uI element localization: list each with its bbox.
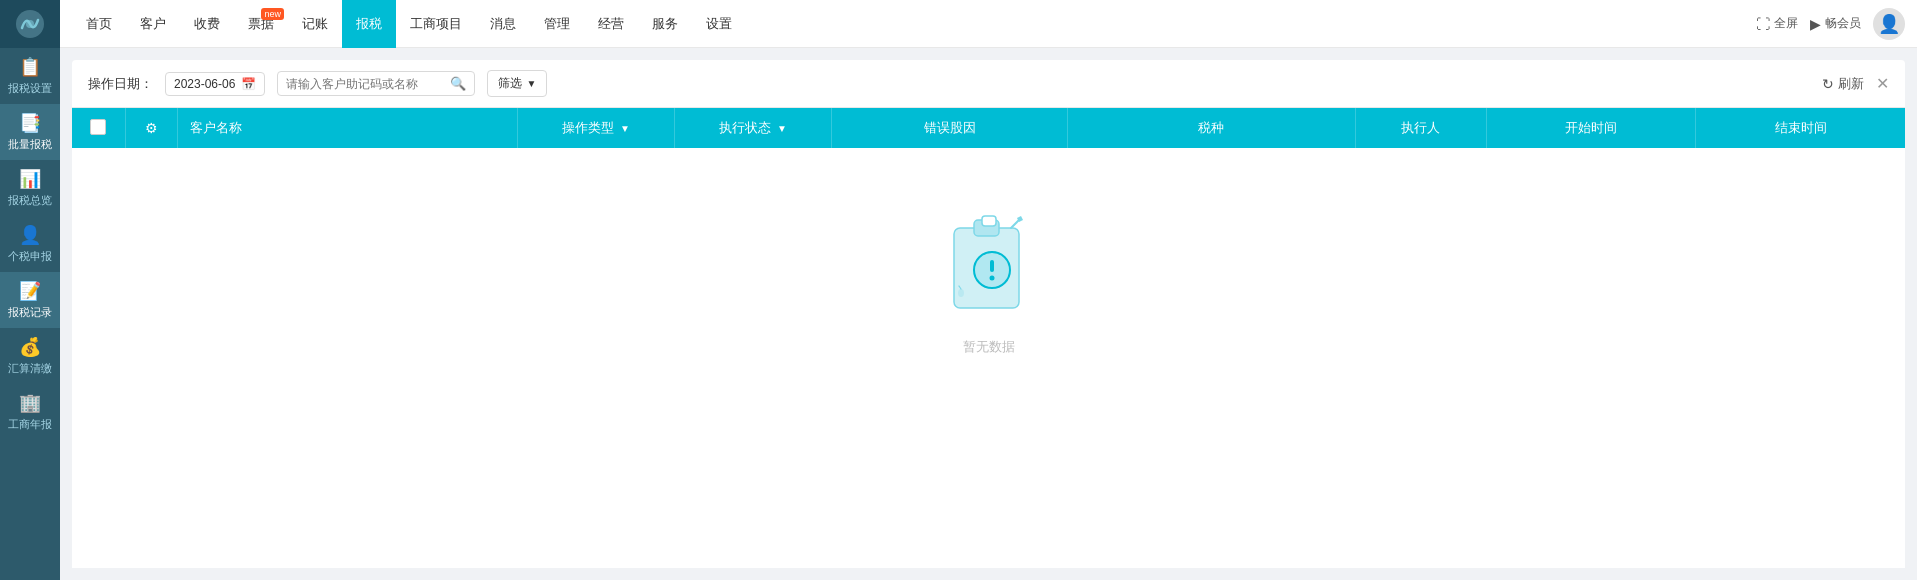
svg-point-10 [958,289,964,297]
chevron-down-icon: ▼ [526,78,536,89]
sidebar-item-label: 汇算清缴 [8,361,52,376]
search-icon: 🔍 [450,76,466,91]
nav-operation[interactable]: 经营 [584,0,638,48]
member-button[interactable]: ▶ 畅会员 [1810,15,1861,32]
sidebar-item-tax-settings[interactable]: 📋 报税设置 [0,48,60,104]
sidebar-item-tax-summary[interactable]: 📊 报税总览 [0,160,60,216]
sidebar-item-label: 报税总览 [8,193,52,208]
tax-records-icon: 📝 [19,280,41,302]
empty-state: 暂无数据 [72,148,1905,396]
nav-management[interactable]: 管理 [530,0,584,48]
date-value: 2023-06-06 [174,77,235,91]
fullscreen-icon: ⛶ [1756,16,1770,32]
sidebar-item-label: 批量报税 [8,137,52,152]
th-error: 错误股因 [832,108,1068,148]
invoice-badge: new [261,8,284,21]
sidebar-item-label: 报税记录 [8,305,52,320]
table-header-row: ⚙ 客户名称 操作类型 ▼ 执行状态 ▼ [72,108,1905,148]
table-wrapper: ⚙ 客户名称 操作类型 ▼ 执行状态 ▼ [72,108,1905,568]
search-box: 🔍 [277,71,475,96]
nav-message[interactable]: 消息 [476,0,530,48]
empty-illustration [939,208,1039,328]
nav-customer[interactable]: 客户 [126,0,180,48]
search-input[interactable] [286,77,446,91]
tax-settings-icon: 📋 [19,56,41,78]
toolbar-right: ↻ 刷新 ✕ [1822,74,1889,93]
toolbar: 操作日期： 2023-06-06 📅 🔍 筛选 ▼ ↻ 刷新 ✕ [72,60,1905,108]
main-wrapper: 首页 客户 收费 票据 new 记账 报税 工商项目 消息 管理 经营 服务 设… [60,0,1917,580]
tax-summary-icon: 📊 [19,168,41,190]
th-checkbox [72,108,125,148]
date-picker[interactable]: 2023-06-06 📅 [165,72,265,96]
refresh-label: 刷新 [1838,75,1864,93]
select-all-checkbox[interactable] [90,119,106,135]
th-optype[interactable]: 操作类型 ▼ [518,108,675,148]
refresh-icon: ↻ [1822,76,1834,92]
th-taxtype: 税种 [1067,108,1355,148]
settle-icon: 💰 [19,336,41,358]
sidebar-item-label: 个税申报 [8,249,52,264]
th-status[interactable]: 执行状态 ▼ [675,108,832,148]
sidebar: 📋 报税设置 📑 批量报税 📊 报税总览 👤 个税申报 📝 报税记录 💰 汇算清… [0,0,60,580]
topnav: 首页 客户 收费 票据 new 记账 报税 工商项目 消息 管理 经营 服务 设… [60,0,1917,48]
topnav-right: ⛶ 全屏 ▶ 畅会员 👤 [1756,8,1905,40]
fullscreen-button[interactable]: ⛶ 全屏 [1756,15,1798,32]
refresh-button[interactable]: ↻ 刷新 [1822,75,1864,93]
th-settings: ⚙ [125,108,177,148]
content-area: 操作日期： 2023-06-06 📅 🔍 筛选 ▼ ↻ 刷新 ✕ [60,48,1917,580]
data-table: ⚙ 客户名称 操作类型 ▼ 执行状态 ▼ [72,108,1905,396]
date-label: 操作日期： [88,75,153,93]
nav-service[interactable]: 服务 [638,0,692,48]
filter-label: 筛选 [498,75,522,92]
svg-rect-6 [990,260,994,272]
nav-tax[interactable]: 报税 [342,0,396,48]
status-sort-icon: ▼ [777,123,787,134]
filter-button[interactable]: 筛选 ▼ [487,70,547,97]
empty-text: 暂无数据 [963,338,1015,356]
nav-business[interactable]: 工商项目 [396,0,476,48]
calendar-icon: 📅 [241,77,256,91]
th-customer: 客户名称 [177,108,517,148]
nav-billing[interactable]: 收费 [180,0,234,48]
nav-invoice[interactable]: 票据 new [234,0,288,48]
sidebar-item-label: 工商年报 [8,417,52,432]
nav-bookkeeping[interactable]: 记账 [288,0,342,48]
close-button[interactable]: ✕ [1876,74,1889,93]
sidebar-item-settle[interactable]: 💰 汇算清缴 [0,328,60,384]
annual-report-icon: 🏢 [19,392,41,414]
th-executor: 执行人 [1355,108,1486,148]
svg-point-7 [989,276,994,281]
nav-home[interactable]: 首页 [72,0,126,48]
batch-tax-icon: 📑 [19,112,41,134]
table-empty-row: 暂无数据 [72,148,1905,396]
nav-settings[interactable]: 设置 [692,0,746,48]
sidebar-item-tax-records[interactable]: 📝 报税记录 [0,272,60,328]
personal-tax-icon: 👤 [19,224,41,246]
sidebar-item-personal-tax[interactable]: 👤 个税申报 [0,216,60,272]
th-end-time: 结束时间 [1696,108,1905,148]
svg-point-1 [26,20,34,28]
sidebar-item-batch-tax[interactable]: 📑 批量报税 [0,104,60,160]
svg-rect-4 [982,216,996,226]
sidebar-logo [0,0,60,48]
sidebar-item-annual-report[interactable]: 🏢 工商年报 [0,384,60,440]
settings-icon[interactable]: ⚙ [145,120,158,136]
avatar-icon: 👤 [1878,13,1900,35]
optype-sort-icon: ▼ [620,123,630,134]
avatar[interactable]: 👤 [1873,8,1905,40]
svg-line-8 [1011,220,1019,228]
member-icon: ▶ [1810,16,1821,32]
th-start-time: 开始时间 [1486,108,1695,148]
sidebar-item-label: 报税设置 [8,81,52,96]
